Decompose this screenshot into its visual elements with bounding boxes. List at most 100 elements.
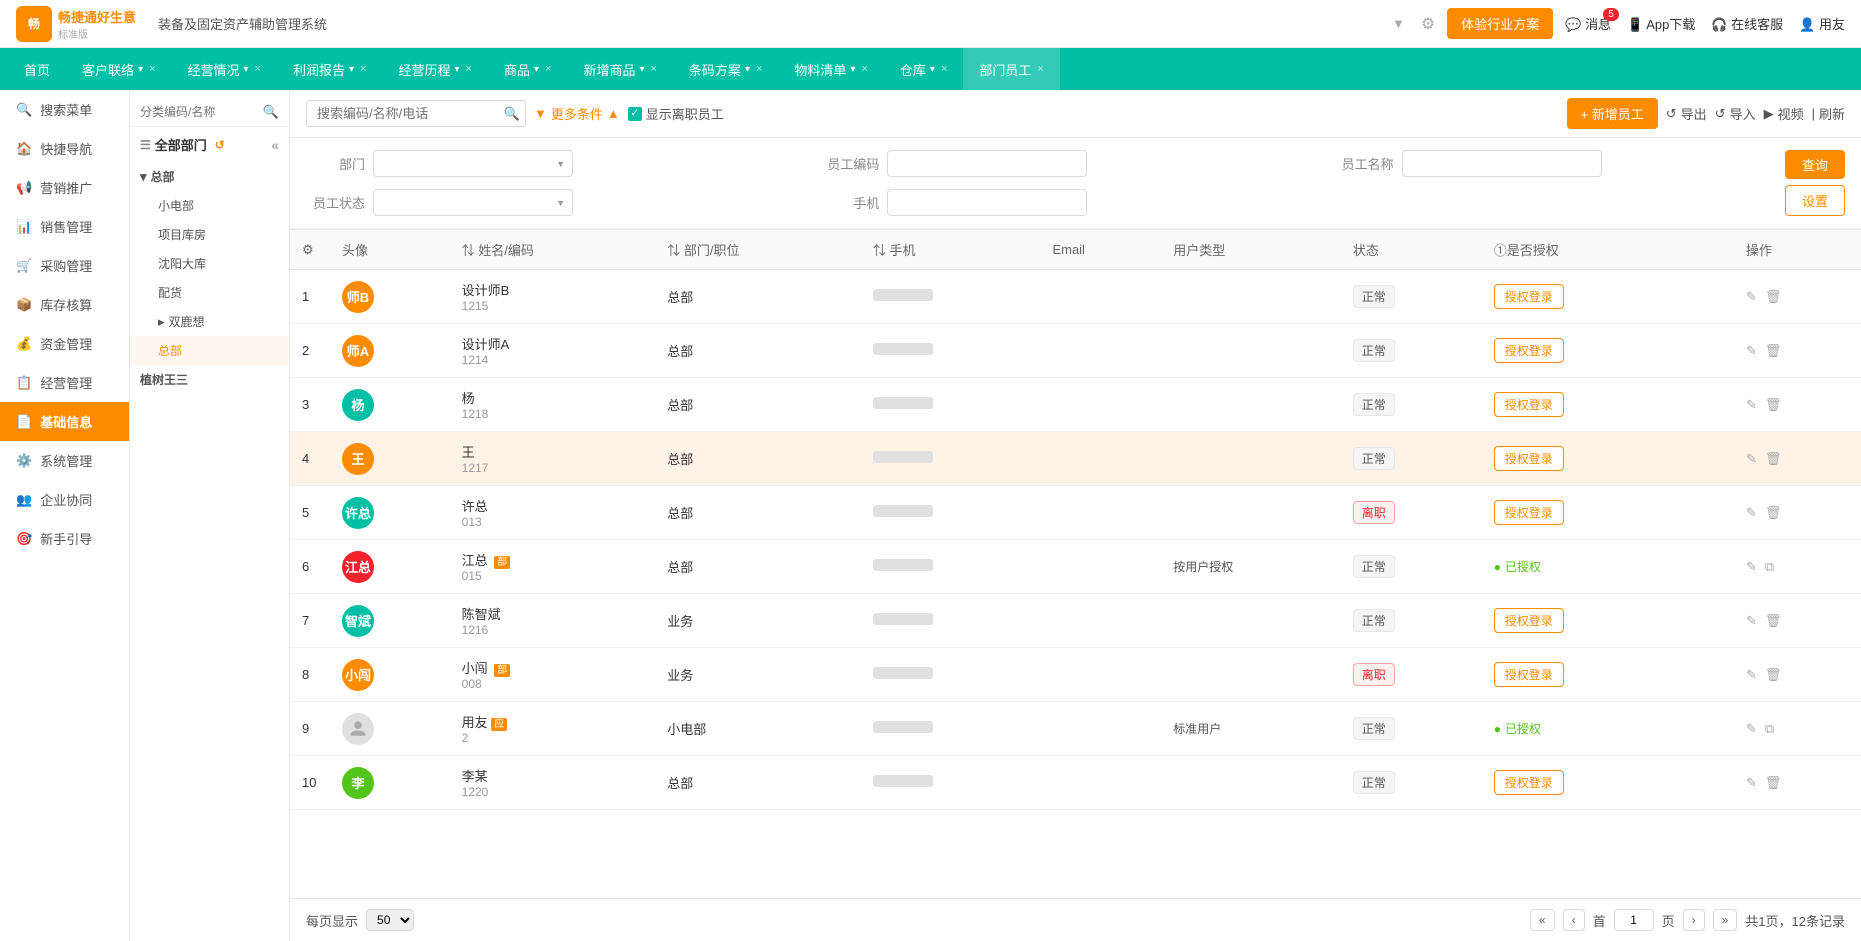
prev-page-btn[interactable]: ‹ — [1563, 909, 1585, 931]
edit-icon[interactable]: ✎ — [1746, 289, 1757, 305]
more-filter-btn[interactable]: ▼ 更多条件 ▲ — [534, 104, 620, 123]
dept-collapse-btn[interactable]: « — [271, 137, 279, 153]
view-button[interactable]: ▶ 视频 — [1764, 104, 1804, 123]
sidebar-item-basic-info[interactable]: 📄 基础信息 — [0, 402, 129, 441]
dept-node-distribution[interactable]: 配货 — [130, 278, 289, 307]
resigned-checkbox[interactable]: ✓ — [628, 107, 642, 121]
sidebar-item-system[interactable]: ⚙️ 系统管理 — [0, 441, 129, 480]
dept-node-project[interactable]: 项目库房 — [130, 220, 289, 249]
dept-refresh-icon[interactable]: ↺ — [215, 138, 225, 152]
delete-icon[interactable]: 🗑 — [1765, 613, 1782, 629]
nav-item-barcode[interactable]: 条码方案 ▾× — [673, 48, 778, 90]
sidebar-item-inventory[interactable]: 📦 库存核算 — [0, 285, 129, 324]
dept-node-zhishu[interactable]: 植树王三 — [130, 365, 289, 394]
authorize-button[interactable]: 授权登录 — [1494, 284, 1564, 309]
nav-item-goods[interactable]: 商品 ▾× — [488, 48, 567, 90]
edit-icon[interactable]: ✎ — [1746, 343, 1757, 359]
sidebar-item-search[interactable]: 🔍 搜索菜单 — [0, 90, 129, 129]
authorize-button[interactable]: 授权登录 — [1494, 392, 1564, 417]
per-page-select[interactable]: 50 — [366, 909, 414, 931]
authorize-button[interactable]: 授权登录 — [1494, 446, 1564, 471]
add-employee-button[interactable]: + 新增员工 — [1567, 98, 1658, 129]
nav-item-bom[interactable]: 物料清单 ▾× — [778, 48, 883, 90]
first-page-btn[interactable]: « — [1530, 909, 1555, 931]
settings-icon[interactable]: ⚙ — [1421, 14, 1435, 34]
delete-icon[interactable]: 🗑 — [1765, 667, 1782, 683]
edit-icon[interactable]: ✎ — [1746, 721, 1757, 737]
sidebar-item-purchase[interactable]: 🛒 采购管理 — [0, 246, 129, 285]
nav-item-warehouse[interactable]: 仓库 ▾× — [884, 48, 963, 90]
edit-icon[interactable]: ✎ — [1746, 667, 1757, 683]
col-dept-pos[interactable]: ⇅ 部门/职位 — [655, 230, 861, 270]
authorize-button[interactable]: 授权登录 — [1494, 500, 1564, 525]
nav-item-add-goods[interactable]: 新增商品 ▾× — [567, 48, 672, 90]
col-name-code[interactable]: ⇅ 姓名/编码 — [450, 230, 656, 270]
edit-icon[interactable]: ✎ — [1746, 397, 1757, 413]
system-dropdown-icon[interactable]: ▼ — [1392, 16, 1405, 31]
authorize-button[interactable]: 授权登录 — [1494, 338, 1564, 363]
edit-icon[interactable]: ✎ — [1746, 559, 1757, 575]
nav-item-operation[interactable]: 经营情况 ▾× — [172, 48, 277, 90]
dept-node-root[interactable]: ▾ 总部 — [130, 162, 289, 191]
nav-item-customer[interactable]: 客户联络 ▾× — [66, 48, 171, 90]
row-spacer — [1683, 648, 1734, 702]
dept-node-shenyang[interactable]: 沈阳大库 — [130, 249, 289, 278]
sidebar-item-management[interactable]: 📋 经营管理 — [0, 363, 129, 402]
nav-item-profit[interactable]: 利润报告 ▾× — [277, 48, 382, 90]
dept-header[interactable]: ☰ 全部部门 ↺ « — [130, 127, 289, 162]
col-settings[interactable]: ⚙ — [290, 230, 330, 270]
sidebar-item-collab[interactable]: 👥 企业协同 — [0, 480, 129, 519]
employee-code-input[interactable] — [887, 150, 1087, 177]
sidebar-item-guide[interactable]: 🎯 新手引导 — [0, 519, 129, 558]
delete-icon[interactable]: 🗑 — [1765, 343, 1782, 359]
search-button[interactable]: 🔍 — [504, 106, 520, 122]
import-button[interactable]: ↺ 导入 — [1715, 104, 1756, 123]
last-page-btn[interactable]: » — [1713, 909, 1738, 931]
dept-search-input[interactable] — [140, 105, 257, 119]
export-button[interactable]: ↺ 导出 — [1666, 104, 1707, 123]
show-resigned-toggle[interactable]: ✓ 显示离职员工 — [628, 104, 724, 123]
edit-icon[interactable]: ✎ — [1746, 505, 1757, 521]
query-button[interactable]: 查询 — [1785, 150, 1845, 179]
sidebar-item-marketing[interactable]: 📢 营销推广 — [0, 168, 129, 207]
delete-icon[interactable]: 🗑 — [1765, 505, 1782, 521]
authorize-button[interactable]: 授权登录 — [1494, 770, 1564, 795]
copy-icon[interactable]: ⧉ — [1765, 559, 1774, 575]
sidebar-item-sales[interactable]: 📊 销售管理 — [0, 207, 129, 246]
nav-item-home[interactable]: 首页 — [8, 48, 66, 90]
status-select[interactable] — [373, 189, 573, 216]
phone-input[interactable] — [887, 189, 1087, 216]
employee-name-input[interactable] — [1402, 150, 1602, 177]
authorize-button[interactable]: 授权登录 — [1494, 608, 1564, 633]
sidebar-item-quick-nav[interactable]: 🏠 快捷导航 — [0, 129, 129, 168]
dept-search-icon[interactable]: 🔍 — [263, 104, 279, 120]
copy-icon[interactable]: ⧉ — [1765, 721, 1774, 737]
edit-icon[interactable]: ✎ — [1746, 775, 1757, 791]
dept-node-zongbu[interactable]: 总部 — [130, 336, 289, 365]
app-download-action[interactable]: 📱 App下载 — [1627, 14, 1695, 33]
dept-node-shuanglu[interactable]: ▸ 双鹿想 — [130, 307, 289, 336]
nav-item-history[interactable]: 经营历程 ▾× — [382, 48, 487, 90]
message-action[interactable]: 💬 5 消息 — [1565, 14, 1611, 33]
online-service-action[interactable]: 🎧 在线客服 — [1711, 14, 1783, 33]
delete-icon[interactable]: 🗑 — [1765, 289, 1782, 305]
print-button[interactable]: | 刷新 — [1812, 104, 1845, 123]
col-phone[interactable]: ⇅ 手机 — [861, 230, 1041, 270]
row-actions: ✎🗑 — [1734, 432, 1861, 486]
delete-icon[interactable]: 🗑 — [1765, 451, 1782, 467]
trial-button[interactable]: 体验行业方案 — [1447, 8, 1553, 39]
reset-button[interactable]: 设置 — [1785, 185, 1845, 216]
delete-icon[interactable]: 🗑 — [1765, 397, 1782, 413]
authorize-button[interactable]: 授权登录 — [1494, 662, 1564, 687]
delete-icon[interactable]: 🗑 — [1765, 775, 1782, 791]
sidebar-item-finance[interactable]: 💰 资金管理 — [0, 324, 129, 363]
dept-select[interactable] — [373, 150, 573, 177]
dept-node-xiaodian[interactable]: 小电部 — [130, 191, 289, 220]
search-input[interactable] — [306, 100, 526, 127]
nav-item-dept[interactable]: 部门员工 × — [963, 48, 1059, 90]
edit-icon[interactable]: ✎ — [1746, 613, 1757, 629]
user-action[interactable]: 👤 用友 — [1799, 14, 1845, 33]
edit-icon[interactable]: ✎ — [1746, 451, 1757, 467]
page-input[interactable] — [1614, 909, 1654, 931]
next-page-btn[interactable]: › — [1683, 909, 1705, 931]
